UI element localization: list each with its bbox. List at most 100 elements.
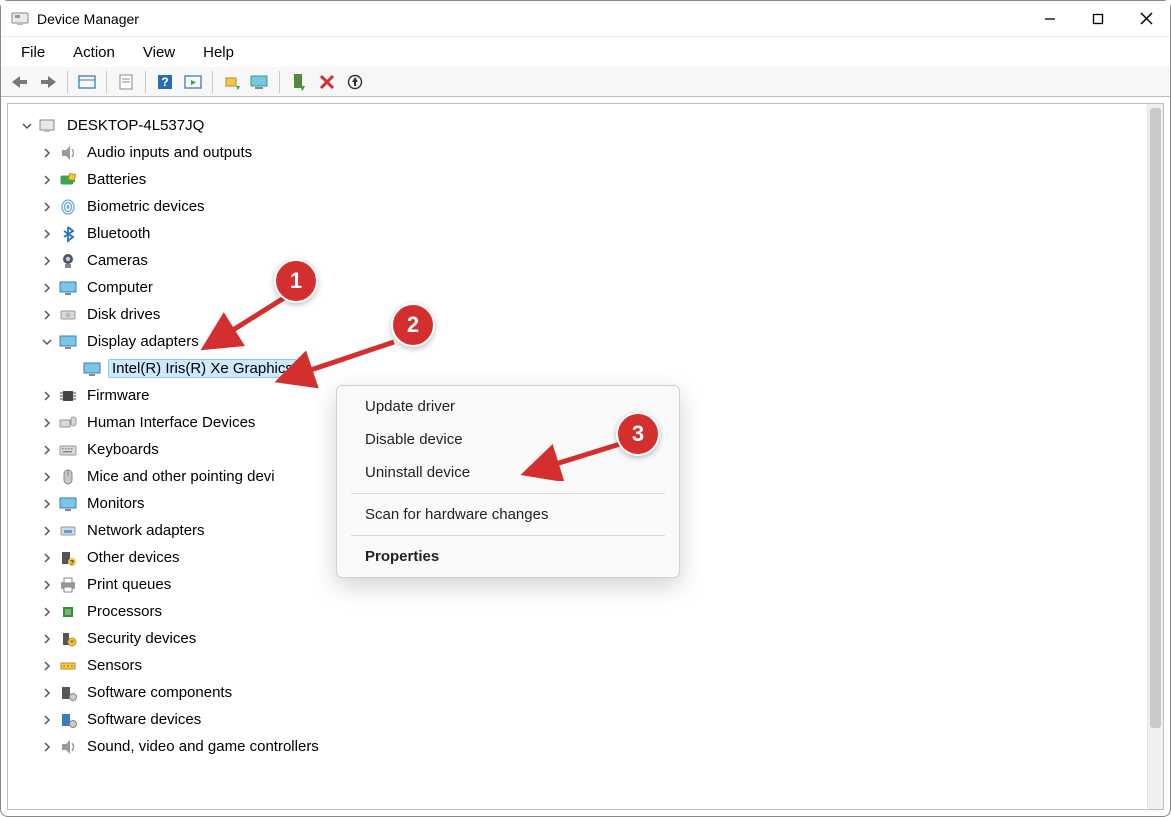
expand-icon[interactable] (40, 740, 54, 754)
window-controls (1026, 1, 1170, 36)
expand-icon[interactable] (40, 605, 54, 619)
enable-device-button[interactable] (286, 70, 312, 94)
expand-icon[interactable] (40, 254, 54, 268)
annotation-bubble-3: 3 (616, 412, 660, 456)
tree-node-display[interactable]: Display adapters (16, 328, 1163, 355)
sensor-icon (58, 656, 78, 676)
tree-node-label: Monitors (84, 495, 148, 512)
context-properties[interactable]: Properties (337, 540, 679, 573)
tree-node-label: Audio inputs and outputs (84, 144, 255, 161)
show-hidden-button[interactable] (74, 70, 100, 94)
tree-node-label: Mice and other pointing devi (84, 468, 278, 485)
expand-icon[interactable] (40, 551, 54, 565)
tree-node-label: Biometric devices (84, 198, 208, 215)
tree-node-computer[interactable]: Computer (16, 274, 1163, 301)
collapse-icon[interactable] (40, 335, 54, 349)
toolbar-separator (106, 71, 107, 93)
tree-node-cameras[interactable]: Cameras (16, 247, 1163, 274)
tree-node-disk[interactable]: Disk drives (16, 301, 1163, 328)
tree-node-swcomp[interactable]: Software components (16, 679, 1163, 706)
expand-icon[interactable] (40, 524, 54, 538)
nav-forward-button[interactable] (35, 70, 61, 94)
expand-icon[interactable] (40, 470, 54, 484)
tree-node-label: Firmware (84, 387, 153, 404)
toolbar: ? (1, 67, 1170, 97)
help-button[interactable]: ? (152, 70, 178, 94)
expand-icon[interactable] (40, 686, 54, 700)
tree-root[interactable]: DESKTOP-4L537JQ (16, 112, 1163, 139)
expand-icon[interactable] (40, 227, 54, 241)
minimize-button[interactable] (1026, 1, 1074, 36)
cpu-icon (58, 602, 78, 622)
expand-icon[interactable] (40, 578, 54, 592)
network-icon (58, 521, 78, 541)
menu-action[interactable]: Action (59, 40, 129, 65)
scrollbar-thumb[interactable] (1150, 108, 1161, 728)
tree-node-label: Bluetooth (84, 225, 153, 242)
disk-icon (58, 305, 78, 325)
uninstall-device-button[interactable] (314, 70, 340, 94)
speaker-icon (58, 737, 78, 757)
security-icon (58, 629, 78, 649)
speaker-icon (58, 143, 78, 163)
tree-node-processors[interactable]: Processors (16, 598, 1163, 625)
toolbar-separator (212, 71, 213, 93)
expand-icon[interactable] (40, 416, 54, 430)
keyboard-icon (58, 440, 78, 460)
expand-icon[interactable] (40, 146, 54, 160)
mouse-icon (58, 467, 78, 487)
app-icon (11, 10, 29, 28)
tree-node-label: Display adapters (84, 333, 202, 350)
tree-node-audio[interactable]: Audio inputs and outputs (16, 139, 1163, 166)
monitor-icon (58, 494, 78, 514)
expand-icon[interactable] (40, 200, 54, 214)
annotation-bubble-2: 2 (391, 303, 435, 347)
properties-button[interactable] (113, 70, 139, 94)
tree-node-label: Computer (84, 279, 156, 296)
context-separator (351, 535, 665, 536)
nav-back-button[interactable] (7, 70, 33, 94)
scan-hardware-button[interactable] (342, 70, 368, 94)
tree-node-label: Software devices (84, 711, 204, 728)
expand-icon[interactable] (40, 389, 54, 403)
tree-node-sound[interactable]: Sound, video and game controllers (16, 733, 1163, 760)
expand-icon[interactable] (40, 659, 54, 673)
tree-node-display-child[interactable]: Intel(R) Iris(R) Xe Graphics (16, 355, 1163, 382)
context-scan-hardware[interactable]: Scan for hardware changes (337, 498, 679, 531)
computer-icon (38, 116, 58, 136)
close-button[interactable] (1122, 1, 1170, 36)
toolbar-separator (67, 71, 68, 93)
tree-node-label: Print queues (84, 576, 174, 593)
expand-icon[interactable] (40, 497, 54, 511)
tree-node-label: Security devices (84, 630, 199, 647)
fingerprint-icon (58, 197, 78, 217)
annotation-bubble-1: 1 (274, 259, 318, 303)
expand-icon[interactable] (40, 713, 54, 727)
tree-node-security[interactable]: Security devices (16, 625, 1163, 652)
battery-icon (58, 170, 78, 190)
menu-view[interactable]: View (129, 40, 189, 65)
tree-node-batteries[interactable]: Batteries (16, 166, 1163, 193)
tree-node-biometric[interactable]: Biometric devices (16, 193, 1163, 220)
scrollbar-vertical[interactable] (1147, 104, 1163, 809)
tree-node-bluetooth[interactable]: Bluetooth (16, 220, 1163, 247)
toggle-placeholder (64, 362, 78, 376)
expand-icon[interactable] (40, 173, 54, 187)
expand-icon[interactable] (40, 632, 54, 646)
expand-icon[interactable] (40, 308, 54, 322)
tree-node-label: Software components (84, 684, 235, 701)
menu-file[interactable]: File (7, 40, 59, 65)
svg-text:?: ? (70, 560, 74, 567)
context-separator (351, 493, 665, 494)
collapse-icon[interactable] (20, 119, 34, 133)
maximize-button[interactable] (1074, 1, 1122, 36)
action-panel-button[interactable] (180, 70, 206, 94)
expand-icon[interactable] (40, 443, 54, 457)
tree-node-sensors[interactable]: Sensors (16, 652, 1163, 679)
menu-help[interactable]: Help (189, 40, 248, 65)
scan-monitor-button[interactable] (247, 70, 273, 94)
update-driver-button[interactable] (219, 70, 245, 94)
expand-icon[interactable] (40, 281, 54, 295)
tree-node-swdev[interactable]: Software devices (16, 706, 1163, 733)
tree-node-label: Disk drives (84, 306, 163, 323)
